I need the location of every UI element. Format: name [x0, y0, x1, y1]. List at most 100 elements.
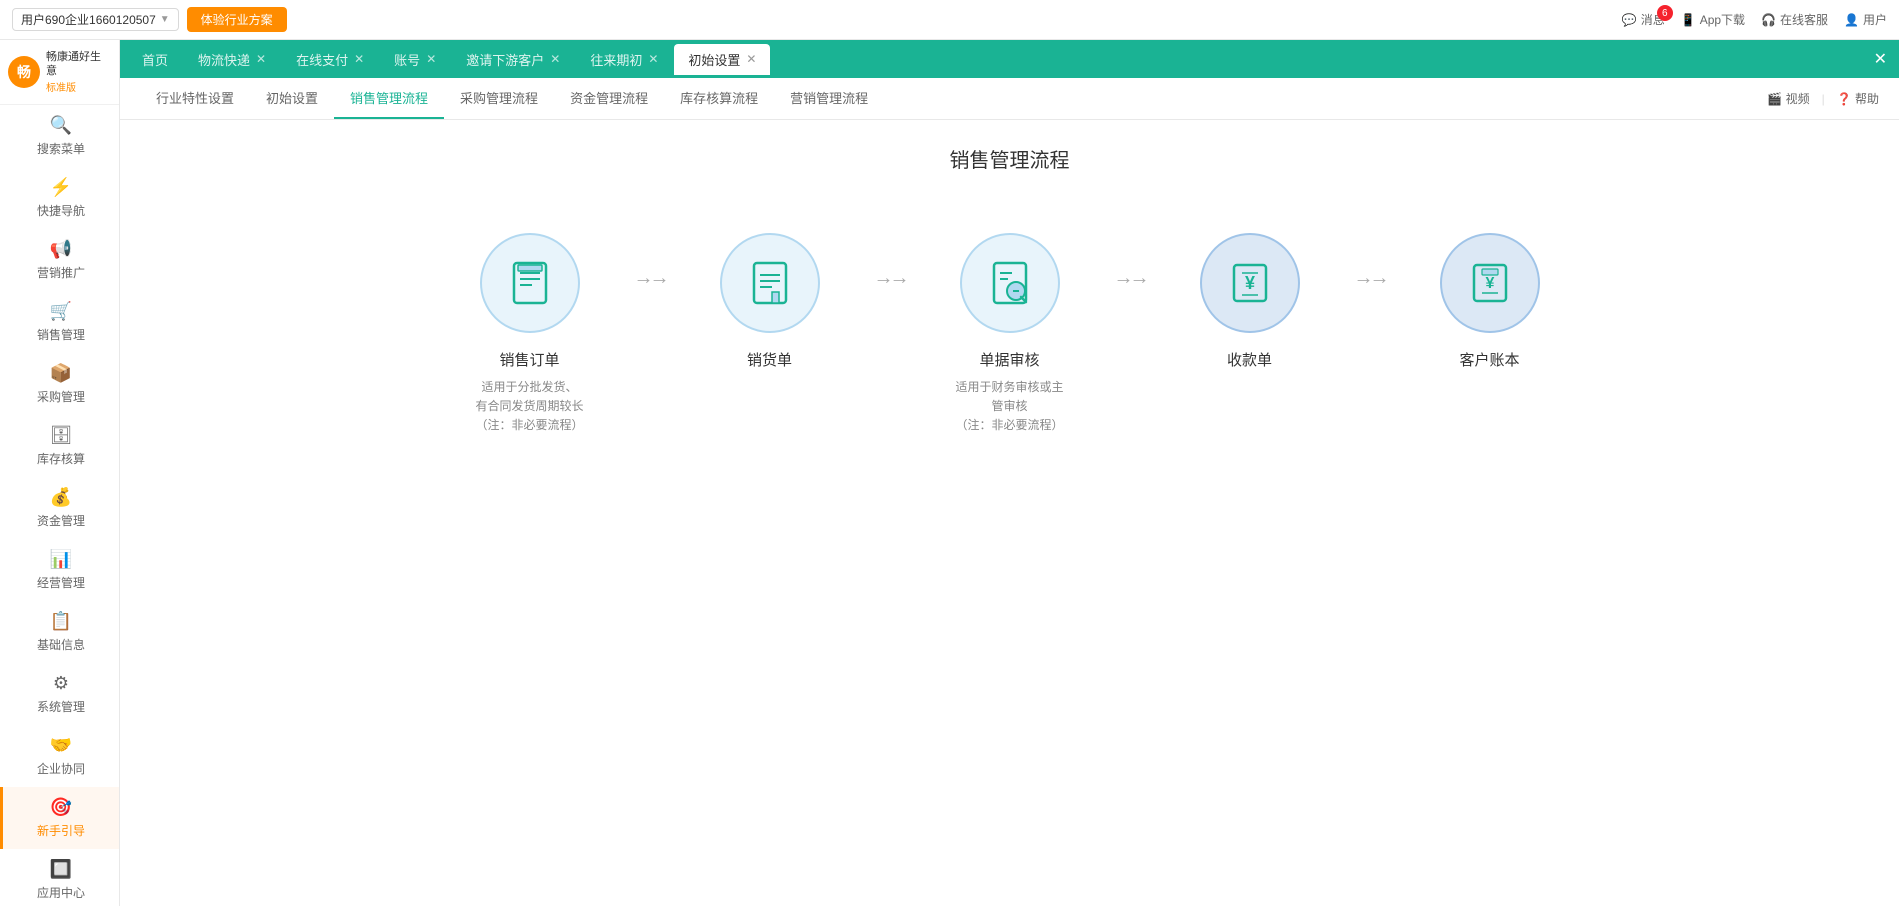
- sidebar-item-search[interactable]: 🔍 搜索菜单: [0, 105, 119, 167]
- finance-icon: 💰: [50, 487, 72, 508]
- sidebar-item-purchase-mgmt[interactable]: 📦 采购管理: [0, 353, 119, 415]
- sub-tab-sales-flow[interactable]: 销售管理流程: [334, 78, 444, 119]
- sidebar-item-sys-mgmt[interactable]: ⚙ 系统管理: [0, 663, 119, 725]
- tab-period[interactable]: 往来期初 ✕: [576, 44, 672, 75]
- sub-tab-actions: 🎬 视频 | ❓ 帮助: [1767, 90, 1879, 107]
- flow-step-customer-ledger: ¥ 客户账本: [1400, 233, 1580, 378]
- tab-invite-label: 邀请下游客户: [466, 50, 544, 69]
- sidebar-item-marketing-promo[interactable]: 📢 营销推广: [0, 229, 119, 291]
- flow-label-sales-invoice: 销货单: [747, 349, 792, 370]
- flow-step-sales-order: 销售订单 适用于分批发货、有合同发货周期较长（注：非必要流程）: [440, 233, 620, 436]
- tab-home[interactable]: 首页: [128, 44, 182, 75]
- sidebar-item-label: 销售管理: [37, 326, 85, 343]
- user-label: 用户690企业1660120507: [21, 11, 156, 28]
- tab-logistics-close[interactable]: ✕: [256, 52, 266, 66]
- sidebar-item-label: 经营管理: [37, 574, 85, 591]
- sidebar-item-ops-mgmt[interactable]: 📊 经营管理: [0, 539, 119, 601]
- logo-name: 畅康通好生意: [46, 50, 111, 79]
- headset-icon: 🎧: [1761, 13, 1776, 27]
- user-avatar-item[interactable]: 👤 用户: [1844, 11, 1887, 28]
- flow-label-doc-review: 单据审核: [979, 349, 1039, 370]
- sub-tab-sales-flow-label: 销售管理流程: [350, 91, 428, 106]
- message-badge: 6: [1657, 5, 1673, 21]
- flow-circle-customer-ledger: ¥: [1440, 233, 1540, 333]
- main-layout: 畅 畅康通好生意 标准版 🔍 搜索菜单 ⚡ 快捷导航 📢 营销推广 🛒: [0, 40, 1899, 906]
- top-bar: 用户690企业1660120507 ▼ 体验行业方案 💬 消息 6 📱 App下…: [0, 0, 1899, 40]
- sidebar-item-sales-mgmt[interactable]: 🛒 销售管理: [0, 291, 119, 353]
- app-center-icon: 🔲: [50, 859, 72, 880]
- tab-period-close[interactable]: ✕: [648, 52, 658, 66]
- tab-bar-close-all[interactable]: ✕: [1874, 49, 1887, 69]
- video-action[interactable]: 🎬 视频: [1767, 90, 1809, 107]
- quick-nav-icon: ⚡: [50, 177, 72, 198]
- tab-logistics[interactable]: 物流快递 ✕: [184, 44, 280, 75]
- flow-circle-receipt: ¥: [1200, 233, 1300, 333]
- logo-icon: 畅: [8, 56, 40, 88]
- help-action[interactable]: ❓ 帮助: [1837, 90, 1879, 107]
- tab-period-label: 往来期初: [590, 50, 642, 69]
- app-download-item[interactable]: 📱 App下载: [1681, 11, 1745, 28]
- order-icon: [504, 257, 556, 309]
- tab-invite-close[interactable]: ✕: [550, 52, 560, 66]
- flow-step-doc-review: 单据审核 适用于财务审核或主管审核（注：非必要流程）: [920, 233, 1100, 436]
- message-item[interactable]: 💬 消息 6: [1622, 11, 1665, 28]
- invoice-icon: [744, 257, 796, 309]
- sub-tab-purchase-flow-label: 采购管理流程: [460, 91, 538, 106]
- flow-circle-doc-review: [960, 233, 1060, 333]
- sidebar-item-finance-mgmt[interactable]: 💰 资金管理: [0, 477, 119, 539]
- tab-payment-close[interactable]: ✕: [354, 52, 364, 66]
- logo-tag: 标准版: [46, 79, 111, 94]
- ledger-icon: ¥: [1464, 257, 1516, 309]
- sidebar-item-app-center[interactable]: 🔲 应用中心: [0, 849, 119, 906]
- sidebar-item-basic-info[interactable]: 📋 基础信息: [0, 601, 119, 663]
- sidebar-item-label: 基础信息: [37, 636, 85, 653]
- collab-icon: 🤝: [50, 735, 72, 756]
- sub-tab-finance-flow[interactable]: 资金管理流程: [554, 78, 664, 119]
- sub-tab-stock-flow[interactable]: 库存核算流程: [664, 78, 774, 119]
- tab-bar: 首页 物流快递 ✕ 在线支付 ✕ 账号 ✕ 邀请下游客户 ✕ 往来期初 ✕: [120, 40, 1899, 78]
- stock-icon: 🗄: [50, 425, 73, 446]
- tab-home-label: 首页: [142, 50, 168, 69]
- sub-tab-industry[interactable]: 行业特性设置: [140, 78, 250, 119]
- basic-info-icon: 📋: [50, 611, 72, 632]
- logo-text-area: 畅康通好生意 标准版: [46, 50, 111, 94]
- sidebar-item-corp-collab[interactable]: 🤝 企业协同: [0, 725, 119, 787]
- sidebar-item-label: 新手引导: [37, 822, 85, 839]
- user-selector[interactable]: 用户690企业1660120507 ▼: [12, 8, 179, 31]
- tab-init-settings-close[interactable]: ✕: [746, 52, 756, 66]
- sidebar-item-label: 资金管理: [37, 512, 85, 529]
- sub-tab-stock-flow-label: 库存核算流程: [680, 91, 758, 106]
- sidebar-item-stock-calc[interactable]: 🗄 库存核算: [0, 415, 119, 477]
- page-content: 销售管理流程 销售订单 适用于分批发货、有合同: [120, 120, 1899, 906]
- purchase-icon: 📦: [50, 363, 72, 384]
- receipt-icon: ¥: [1224, 257, 1276, 309]
- top-bar-left: 用户690企业1660120507 ▼ 体验行业方案: [12, 7, 287, 32]
- svg-text:¥: ¥: [1244, 273, 1254, 293]
- flow-diagram: 销售订单 适用于分批发货、有合同发货周期较长（注：非必要流程） →→: [160, 233, 1859, 436]
- sub-tab-purchase-flow[interactable]: 采购管理流程: [444, 78, 554, 119]
- service-item[interactable]: 🎧 在线客服: [1761, 11, 1828, 28]
- tab-init-settings[interactable]: 初始设置 ✕: [674, 44, 770, 75]
- sidebar-item-label: 系统管理: [37, 698, 85, 715]
- sidebar-item-label: 营销推广: [37, 264, 85, 281]
- tab-invite[interactable]: 邀请下游客户 ✕: [452, 44, 574, 75]
- flow-arrow-2: →→: [860, 267, 920, 290]
- tab-payment[interactable]: 在线支付 ✕: [282, 44, 378, 75]
- trial-button[interactable]: 体验行业方案: [187, 7, 287, 32]
- tab-account-close[interactable]: ✕: [426, 52, 436, 66]
- app-icon: 📱: [1681, 13, 1696, 27]
- flow-arrow-1: →→: [620, 267, 680, 290]
- sub-tab-marketing-flow[interactable]: 营销管理流程: [774, 78, 884, 119]
- sidebar-item-label: 企业协同: [37, 760, 85, 777]
- content-area: 首页 物流快递 ✕ 在线支付 ✕ 账号 ✕ 邀请下游客户 ✕ 往来期初 ✕: [120, 40, 1899, 906]
- sub-tab-init[interactable]: 初始设置: [250, 78, 334, 119]
- tab-account[interactable]: 账号 ✕: [380, 44, 450, 75]
- message-icon: 💬: [1622, 13, 1637, 27]
- sidebar-item-new-guide[interactable]: 🎯 新手引导: [0, 787, 119, 849]
- sidebar-item-quick-nav[interactable]: ⚡ 快捷导航: [0, 167, 119, 229]
- flow-label-sales-order: 销售订单: [499, 349, 559, 370]
- flow-desc-doc-review: 适用于财务审核或主管审核（注：非必要流程）: [955, 378, 1063, 436]
- ops-icon: 📊: [50, 549, 72, 570]
- sidebar-logo: 畅 畅康通好生意 标准版: [0, 40, 119, 105]
- sidebar-item-label: 应用中心: [37, 884, 85, 901]
